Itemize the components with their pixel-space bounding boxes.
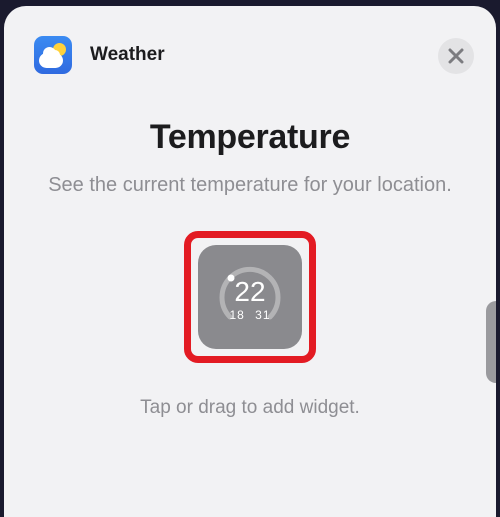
widget-preview-area: 22 18 31 (4, 231, 496, 363)
next-widget-peek[interactable] (486, 301, 496, 383)
current-temperature: 22 (229, 278, 270, 306)
high-temperature: 31 (255, 308, 270, 322)
weather-app-icon (34, 36, 72, 74)
instruction-hint: Tap or drag to add widget. (4, 397, 496, 419)
low-temperature: 18 (229, 308, 244, 322)
widget-picker-sheet: Weather Temperature See the current temp… (4, 6, 496, 517)
temperature-range: 18 31 (229, 308, 270, 322)
app-name-label: Weather (90, 44, 165, 66)
page-subtitle: See the current temperature for your loc… (44, 171, 456, 199)
temperature-readout: 22 18 31 (229, 278, 270, 322)
selection-highlight: 22 18 31 (184, 231, 316, 363)
close-icon (448, 48, 464, 64)
close-button[interactable] (438, 38, 474, 74)
temperature-widget-small[interactable]: 22 18 31 (198, 245, 302, 349)
page-title: Temperature (4, 118, 496, 157)
header: Weather (4, 6, 496, 84)
